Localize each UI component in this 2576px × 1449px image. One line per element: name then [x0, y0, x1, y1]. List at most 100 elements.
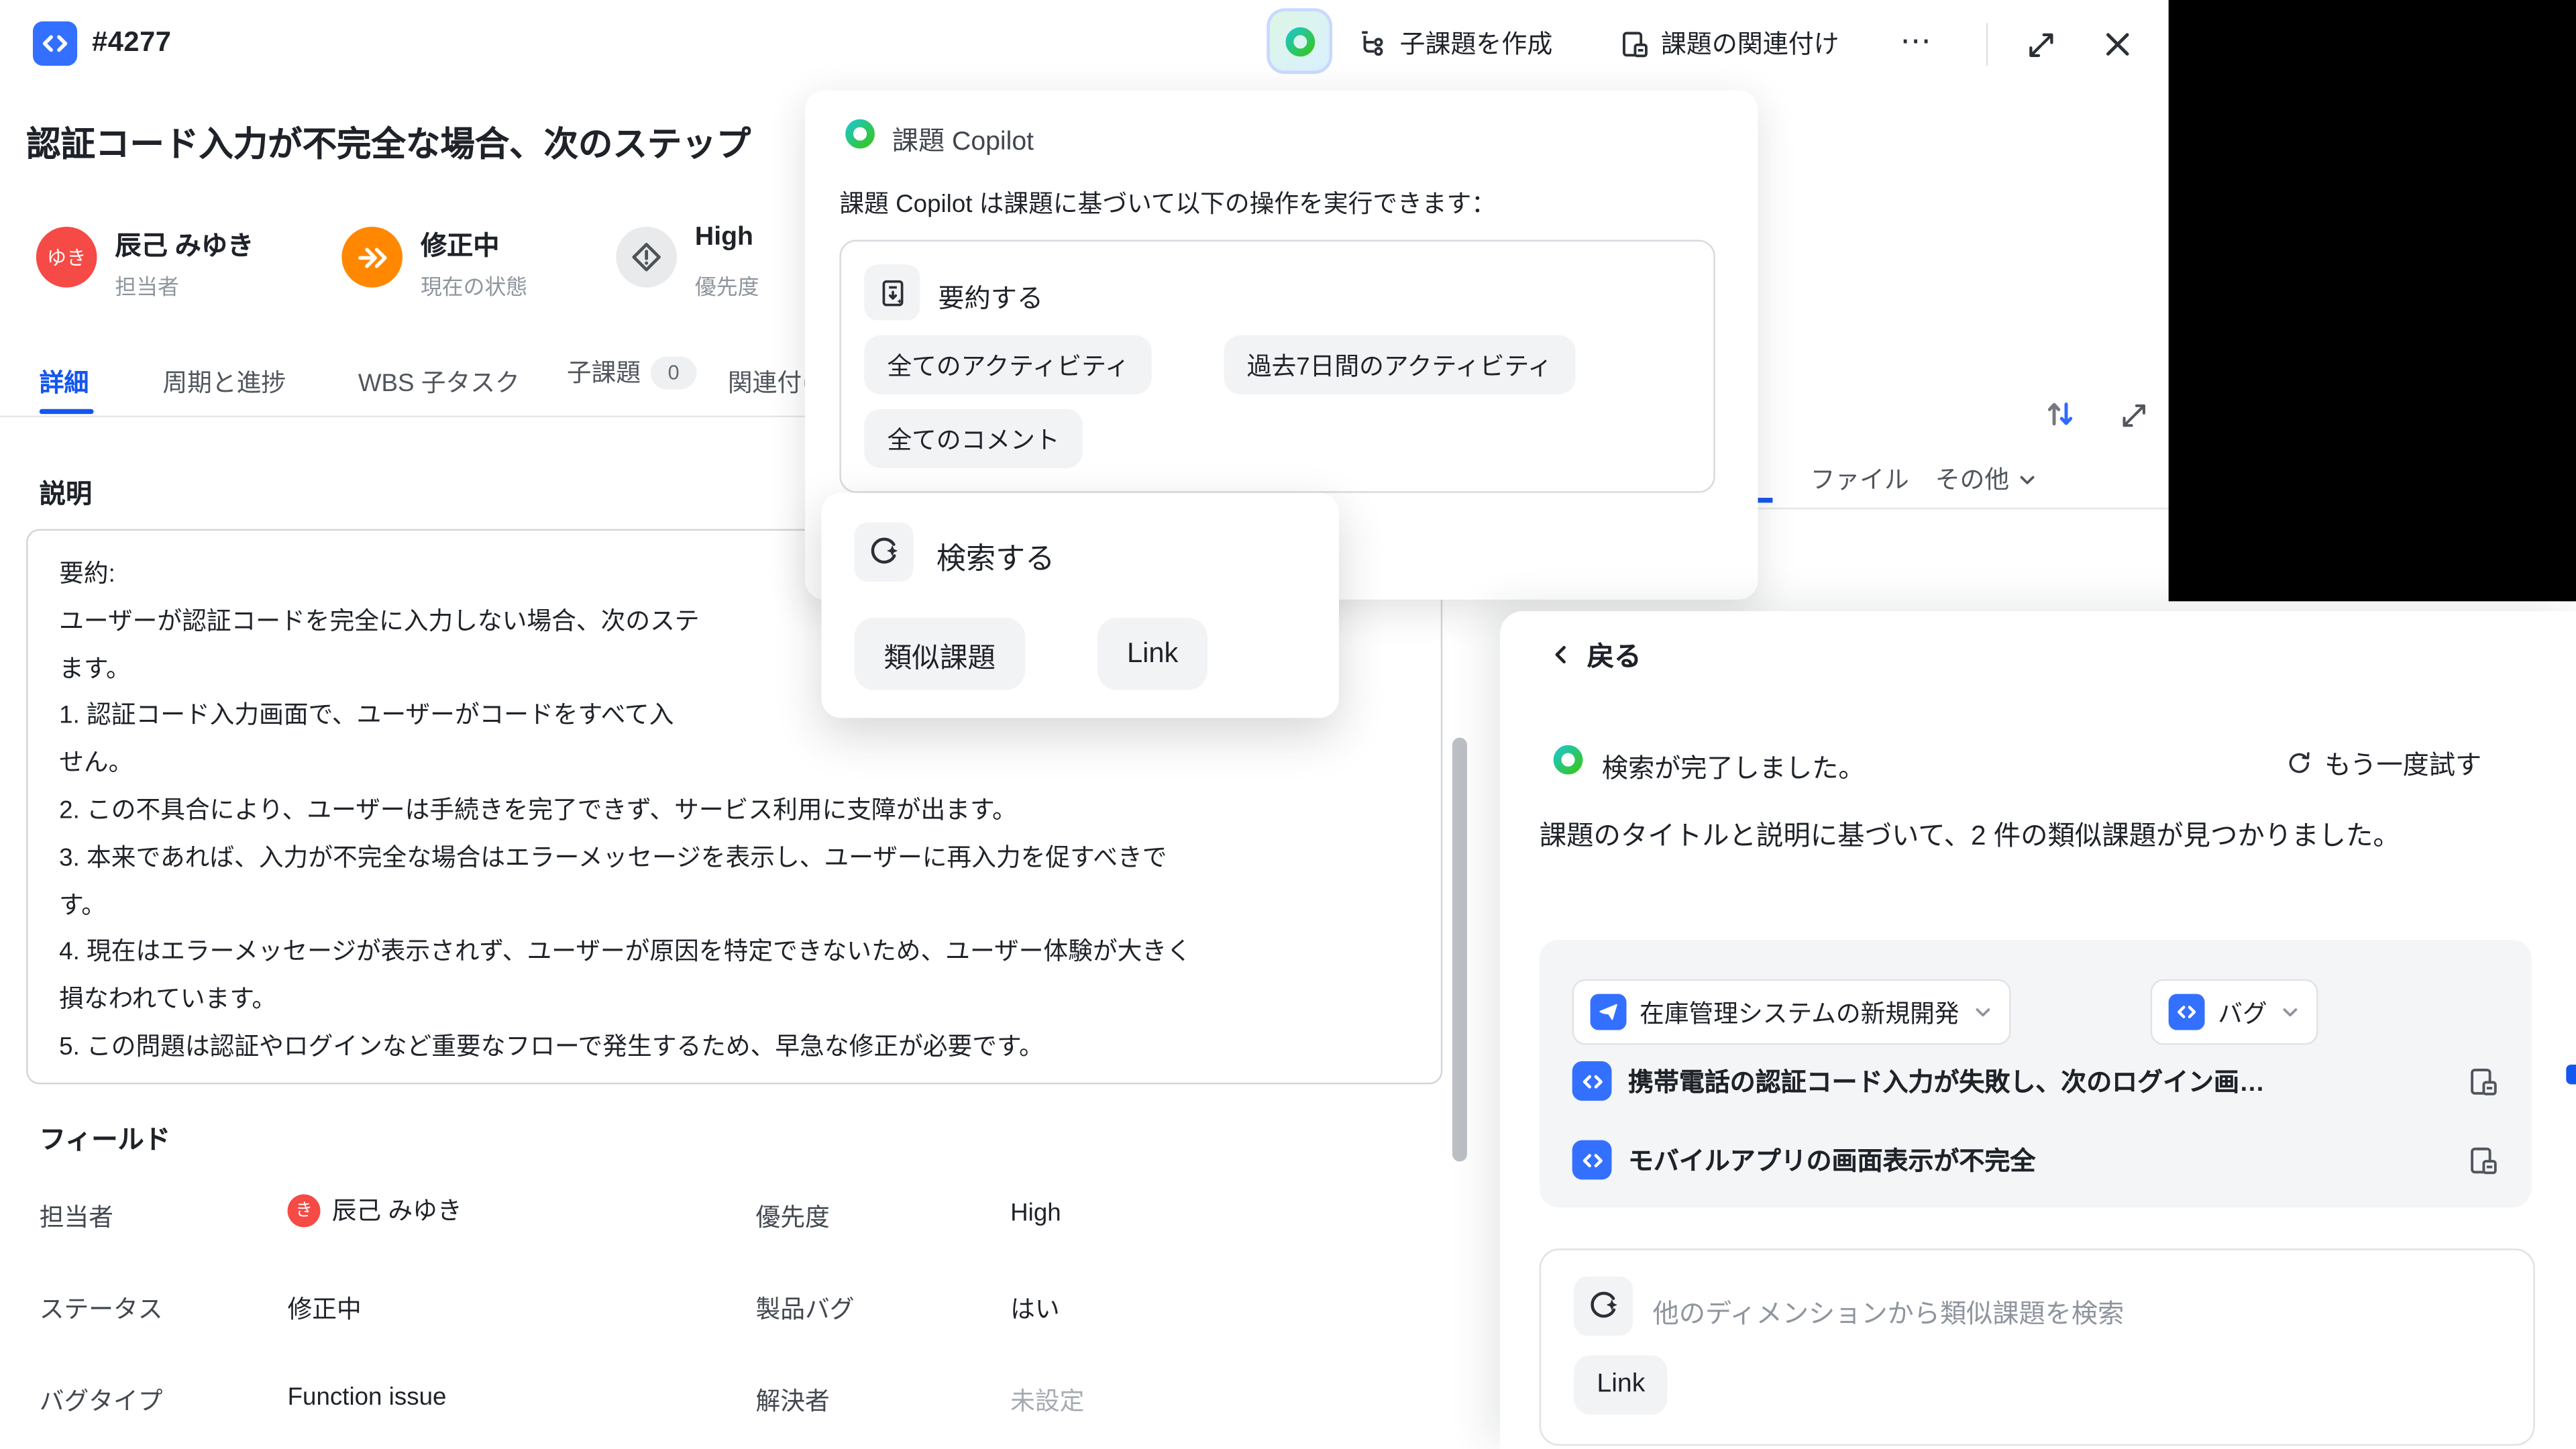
search-action-label: 検索する: [936, 535, 1055, 578]
tab-wbs-subtasks[interactable]: WBS 子タスク: [358, 365, 520, 399]
copilot-search-panel: 検索する 類似課題 Link: [821, 493, 1338, 718]
issue-type-dropdown-label: バグ: [2218, 995, 2267, 1029]
sort-order-button[interactable]: [2037, 391, 2084, 437]
summarize-icon: [864, 264, 920, 320]
description-line: 5. この問題は認証やログインなど重要なフローで発生するため、早急な修正が必要で…: [59, 1025, 1406, 1073]
chevron-down-icon: [1972, 1002, 1992, 1022]
priority-label: 優先度: [695, 270, 759, 301]
retry-label: もう一度試す: [2324, 743, 2481, 782]
description-line: 3. 本来であれば、入力が不完全な場合はエラーメッセージを表示し、ユーザーに再入…: [59, 836, 1406, 883]
priority-icon[interactable]: [616, 227, 677, 288]
expand-window-button[interactable]: [2017, 21, 2063, 68]
expand-icon: [2025, 29, 2056, 60]
description-line: せん。: [59, 741, 1406, 789]
tab-details[interactable]: 詳細: [40, 365, 89, 399]
vertical-scrollbar[interactable]: [1452, 738, 1467, 1162]
side-tabs-divider: [1758, 508, 2168, 509]
field-value-priority[interactable]: High: [1010, 1199, 1061, 1228]
similar-search-input[interactable]: 他のディメンションから類似課題を検索 Link: [1540, 1248, 2535, 1446]
back-chevron-icon: [1549, 641, 1574, 666]
field-label-product-bug: 製品バグ: [756, 1291, 855, 1326]
header-divider: [1986, 23, 1988, 66]
field-value-assignee[interactable]: き 辰己 みゆき: [288, 1193, 462, 1227]
tab-cycle-progress[interactable]: 周期と進捗: [162, 365, 286, 399]
priority-value[interactable]: High: [695, 223, 753, 253]
fields-heading: フィールド: [40, 1117, 170, 1157]
copilot-donut-icon: [1282, 24, 1316, 58]
search-summary: 課題のタイトルと説明に基づいて、2 件の類似課題が見つかりました。: [1540, 812, 2552, 863]
chip-link[interactable]: Link: [1097, 618, 1208, 690]
field-label-priority: 優先度: [756, 1199, 830, 1234]
assignee-name[interactable]: 辰己 みゆき: [115, 223, 254, 263]
create-subissue-button[interactable]: 子課題を作成: [1357, 15, 1552, 70]
field-label-assignee: 担当者: [40, 1199, 113, 1234]
close-icon: [2101, 28, 2134, 61]
field-value-product-bug[interactable]: はい: [1010, 1291, 1060, 1326]
edge-indicator-fragment: [2566, 1065, 2576, 1084]
issue-type-icon: [1572, 1061, 1612, 1101]
tab-subissues[interactable]: 子課題 0: [567, 355, 697, 389]
expand-panel-button[interactable]: [2111, 392, 2157, 439]
chip-similar-issues[interactable]: 類似課題: [854, 618, 1025, 690]
subissue-count-badge: 0: [651, 356, 697, 388]
result-title[interactable]: モバイルアプリの画面表示が不完全: [1628, 1142, 2466, 1178]
assignee-label: 担当者: [115, 270, 179, 301]
copilot-donut-icon: [843, 117, 877, 151]
ai-search-icon: [1574, 1277, 1633, 1336]
more-icon: ⋯: [1900, 34, 1931, 50]
field-value-bug-type[interactable]: Function issue: [288, 1383, 447, 1411]
field-value-resolver[interactable]: 未設定: [1010, 1383, 1084, 1417]
results-card: 在庫管理システムの新規開発 バグ 携帯電話の認証コード入力が失敗し、次のログイン…: [1540, 940, 2532, 1208]
description-heading: 説明: [40, 472, 92, 511]
chip-all-activity[interactable]: 全てのアクティビティ: [864, 335, 1152, 394]
link-issue-icon[interactable]: [2466, 1143, 2499, 1176]
issue-detail-window: #4277 子課題を作成 課題の関連付け ⋯ 認証コード入力が不完全な場合、次の…: [0, 0, 2576, 1449]
result-title[interactable]: 携帯電話の認証コード入力が失敗し、次のログイン画…: [1628, 1063, 2466, 1099]
assignee-avatar[interactable]: ゆき: [36, 227, 97, 288]
project-dropdown[interactable]: 在庫管理システムの新規開発: [1572, 979, 2010, 1045]
chip-link[interactable]: Link: [1574, 1355, 1668, 1414]
issue-type-dropdown[interactable]: バグ: [2151, 979, 2318, 1045]
side-tab-more-label: その他: [1935, 462, 2009, 496]
search-input-placeholder: 他のディメンションから類似課題を検索: [1653, 1291, 2125, 1331]
redacted-region: [2169, 0, 2576, 601]
similar-issues-panel: 戻る 検索が完了しました。 もう一度試す 課題のタイトルと説明に基づいて、2 件…: [1500, 611, 2576, 1449]
search-complete-status: 検索が完了しました。: [1602, 746, 1865, 786]
side-active-tab-indicator-fragment: [1758, 498, 1772, 502]
more-menu-button[interactable]: ⋯: [1892, 19, 1939, 66]
description-line: す。: [59, 883, 1406, 931]
description-line: 損なわれています。: [59, 978, 1406, 1026]
status-value[interactable]: 修正中: [421, 223, 500, 263]
back-label: 戻る: [1587, 634, 1642, 674]
result-item[interactable]: モバイルアプリの画面表示が不完全: [1572, 1140, 2499, 1180]
assignee-value-text: 辰己 みゆき: [332, 1193, 462, 1227]
side-tab-files[interactable]: ファイル: [1811, 462, 1909, 496]
link-issue-button[interactable]: 課題の関連付け: [1618, 15, 1839, 70]
field-label-resolver: 解決者: [756, 1383, 830, 1417]
sort-icon: [2042, 396, 2078, 432]
side-tab-more[interactable]: その他: [1935, 462, 2037, 496]
active-tab-indicator: [40, 409, 94, 414]
field-value-status[interactable]: 修正中: [288, 1291, 362, 1326]
subissue-tree-icon: [1357, 27, 1389, 58]
status-icon[interactable]: [341, 227, 402, 288]
back-button[interactable]: 戻る: [1549, 634, 1641, 674]
link-issue-icon[interactable]: [2466, 1065, 2499, 1097]
close-button[interactable]: [2094, 21, 2141, 68]
bug-type-icon: [2169, 994, 2205, 1030]
summarize-card: 要約する 全てのアクティビティ 過去7日間のアクティビティ 全てのコメント: [839, 240, 1715, 493]
field-label-status: ステータス: [40, 1291, 163, 1326]
copilot-popup-title: 課題 Copilot: [892, 118, 1034, 158]
issue-type-icon: [33, 21, 77, 66]
ai-search-icon: [854, 523, 913, 582]
clipboard-link-icon: [1618, 27, 1650, 58]
result-item[interactable]: 携帯電話の認証コード入力が失敗し、次のログイン画…: [1572, 1061, 2499, 1101]
link-issue-label: 課題の関連付け: [1661, 25, 1839, 61]
chip-all-comments[interactable]: 全てのコメント: [864, 409, 1083, 468]
copilot-donut-icon: [1551, 743, 1585, 777]
copilot-button[interactable]: [1270, 11, 1329, 70]
chip-last7days-activity[interactable]: 過去7日間のアクティビティ: [1224, 335, 1575, 394]
summarize-label: 要約する: [938, 276, 1043, 315]
project-icon: [1591, 994, 1627, 1030]
retry-button[interactable]: もう一度試す: [2286, 743, 2482, 782]
